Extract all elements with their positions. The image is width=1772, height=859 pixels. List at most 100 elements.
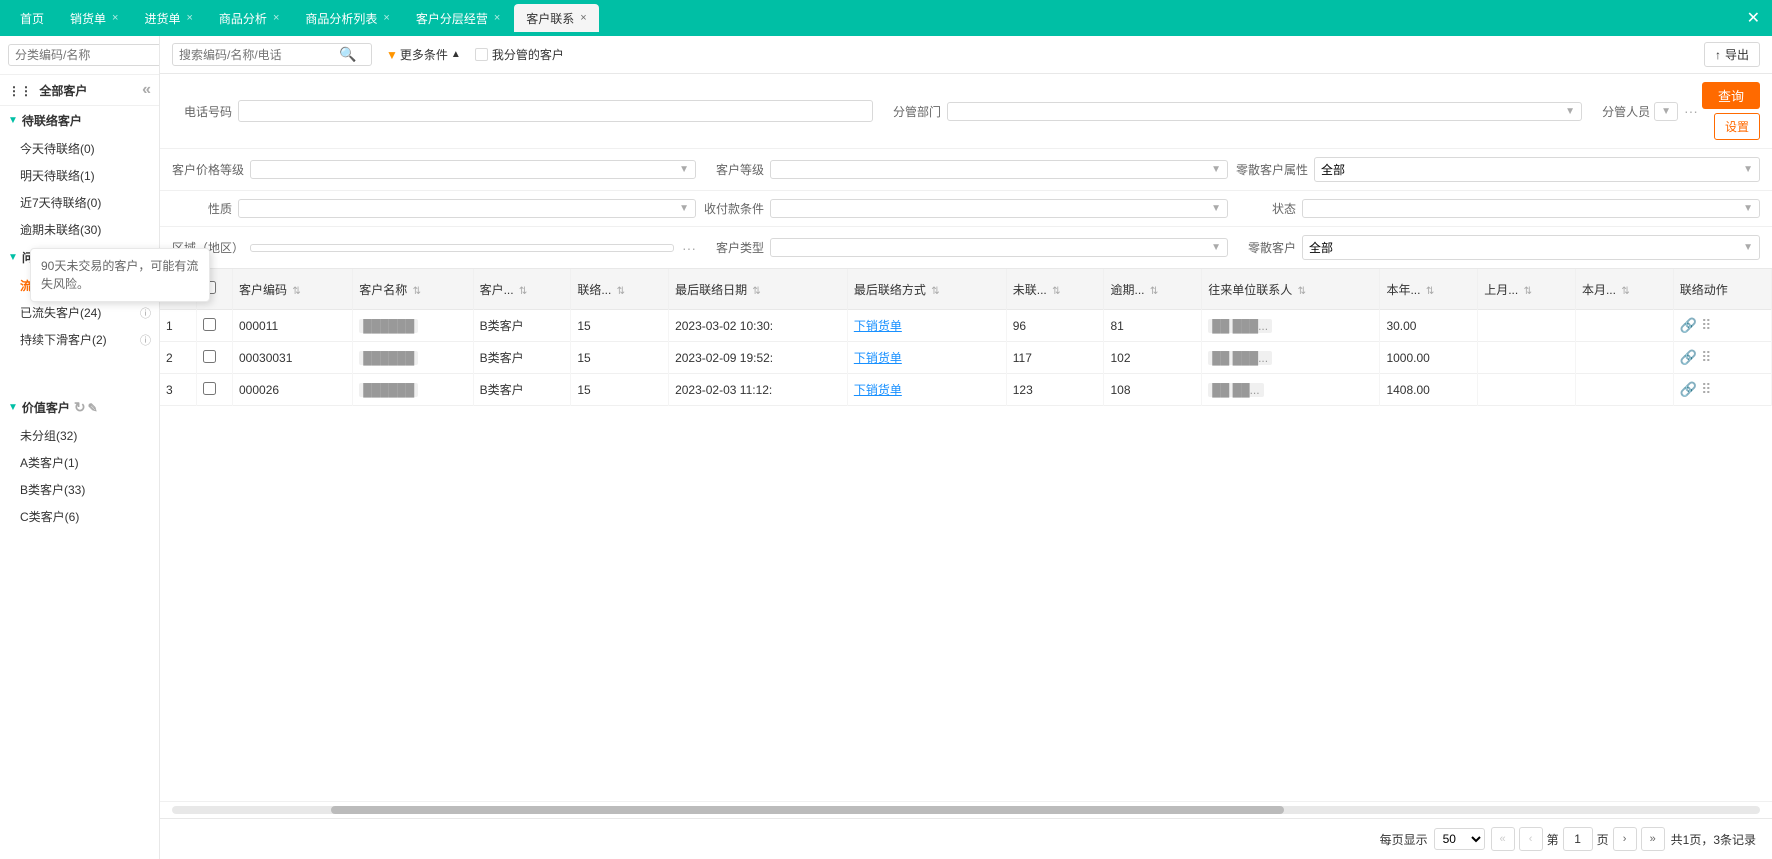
gender-select[interactable]: ▼ <box>238 199 696 218</box>
sidebar-item-b-class[interactable]: B类客户(33) <box>0 476 159 503</box>
search-button[interactable]: 🔍 <box>339 46 356 63</box>
th-overdue[interactable]: 逾期... ⇅ <box>1104 269 1202 310</box>
sidebar-item-week-pending[interactable]: 近7天待联络(0) <box>0 189 159 216</box>
area-more-icon[interactable]: ··· <box>682 240 696 256</box>
row3-menu-icon[interactable]: ⠿ <box>1701 381 1711 398</box>
page-first-btn[interactable]: « <box>1491 827 1515 851</box>
row2-checkbox[interactable] <box>197 342 233 374</box>
th-contact[interactable]: 联络... ⇅ <box>571 269 669 310</box>
sidebar-item-churned[interactable]: 已流失客户(24) ⓘ <box>0 299 159 326</box>
filter-zero-attr: 零散客户属性 全部▼ <box>1236 157 1760 182</box>
th-this-month[interactable]: 本月... ⇅ <box>1575 269 1673 310</box>
filter-price-level: 客户价格等级 ▼ <box>172 157 696 182</box>
row1-contact: 15 <box>571 310 669 342</box>
sidebar-item-tomorrow-pending[interactable]: 明天待联络(1) <box>0 162 159 189</box>
tab-customer-contact[interactable]: 客户联系 × <box>514 4 598 32</box>
page-size-select[interactable]: 50 20 100 <box>1434 828 1485 850</box>
tab-goods-analysis[interactable]: 商品分析 × <box>207 4 291 32</box>
th-code[interactable]: 客户编码 ⇅ <box>233 269 353 310</box>
horizontal-scrollbar[interactable] <box>160 801 1772 818</box>
tab-close-goods-analysis[interactable]: × <box>273 12 279 24</box>
filter-status: 状态 ▼ <box>1236 199 1760 218</box>
th-this-year[interactable]: 本年... ⇅ <box>1380 269 1478 310</box>
value-refresh-icon[interactable]: ↻ <box>74 399 86 416</box>
tab-close-sales[interactable]: × <box>112 12 118 24</box>
th-name[interactable]: 客户名称 ⇅ <box>353 269 473 310</box>
row1-menu-icon[interactable]: ⠿ <box>1701 317 1711 334</box>
th-last-method[interactable]: 最后联络方式 ⇅ <box>847 269 1006 310</box>
info-icon-churned: ⓘ <box>140 305 151 321</box>
tab-close-purchase[interactable]: × <box>186 12 192 24</box>
payment-select[interactable]: ▼ <box>770 199 1228 218</box>
customer-type-select[interactable]: ▼ <box>770 238 1228 257</box>
phone-input[interactable] <box>238 100 873 122</box>
row3-code: 000026 <box>233 374 353 406</box>
row3-type: B类客户 <box>473 374 571 406</box>
sidebar-item-c-class[interactable]: C类客户(6) <box>0 503 159 530</box>
row3-link-icon[interactable]: 🔗 <box>1680 381 1697 398</box>
more-conditions-btn[interactable]: ▼ 更多条件 ▲ <box>380 44 467 65</box>
person-more-icon[interactable]: ··· <box>1684 103 1698 119</box>
zero-customer-select[interactable]: 全部▼ <box>1302 235 1760 260</box>
th-last-month[interactable]: 上月... ⇅ <box>1478 269 1576 310</box>
zero-attr-select[interactable]: 全部▼ <box>1314 157 1760 182</box>
th-contact-person[interactable]: 往来单位联系人 ⇅ <box>1202 269 1380 310</box>
sidebar-group-pending[interactable]: ▼ 待联络客户 <box>0 106 159 135</box>
sidebar-item-a-class[interactable]: A类客户(1) <box>0 449 159 476</box>
tab-purchase[interactable]: 进货单 × <box>132 4 204 32</box>
my-customers-checkbox[interactable]: 我分管的客户 <box>475 46 564 63</box>
page-prev-btn[interactable]: ‹ <box>1519 827 1543 851</box>
sidebar-group-value[interactable]: ▼ 价值客户 ↻ ✎ <box>0 393 159 422</box>
dept-select[interactable]: ▼ <box>947 102 1582 121</box>
sidebar-search-area: 🔍 <box>0 36 159 75</box>
row1-name: ██████ <box>353 310 473 342</box>
th-last-date[interactable]: 最后联络日期 ⇅ <box>669 269 848 310</box>
query-button[interactable]: 查询 <box>1702 82 1760 109</box>
value-edit-icon[interactable]: ✎ <box>88 401 98 415</box>
page-next-btn[interactable]: › <box>1613 827 1637 851</box>
tab-close-customer-contact[interactable]: × <box>580 12 586 24</box>
th-type[interactable]: 客户... ⇅ <box>473 269 571 310</box>
sidebar-collapse-icon[interactable]: « <box>142 81 151 99</box>
row3-last-method[interactable]: 下销货单 <box>847 374 1006 406</box>
person-select[interactable]: ▼ <box>1654 102 1678 121</box>
sidebar-item-ungrouped[interactable]: 未分组(32) <box>0 422 159 449</box>
sidebar-item-overdue-pending[interactable]: 逾期未联络(30) <box>0 216 159 243</box>
window-close-btn[interactable]: ✕ <box>1743 4 1764 32</box>
row1-last-method[interactable]: 下销货单 <box>847 310 1006 342</box>
customer-table: ⚙ 客户编码 ⇅ 客户名称 ⇅ <box>160 269 1772 406</box>
price-level-select[interactable]: ▼ <box>250 160 696 179</box>
row2-no: 2 <box>160 342 197 374</box>
row3-checkbox[interactable] <box>197 374 233 406</box>
row3-uncontact: 123 <box>1006 374 1104 406</box>
row1-actions: 🔗 ⠿ <box>1673 310 1771 342</box>
sidebar-all-customers[interactable]: ⋮⋮ 全部客户 « <box>0 75 159 106</box>
row1-this-month <box>1575 310 1673 342</box>
sidebar-search-input[interactable] <box>8 44 160 66</box>
row1-link-icon[interactable]: 🔗 <box>1680 317 1697 334</box>
settings-button[interactable]: 设置 <box>1714 113 1760 140</box>
row1-uncontact: 96 <box>1006 310 1104 342</box>
row1-checkbox[interactable] <box>197 310 233 342</box>
row3-overdue: 108 <box>1104 374 1202 406</box>
tab-customer-layer[interactable]: 客户分层经营 × <box>404 4 512 32</box>
export-button[interactable]: ↑ 导出 <box>1704 42 1760 67</box>
level-select[interactable]: ▼ <box>770 160 1228 179</box>
search-input[interactable] <box>179 48 339 62</box>
status-select[interactable]: ▼ <box>1302 199 1760 218</box>
row2-menu-icon[interactable]: ⠿ <box>1701 349 1711 366</box>
tab-home[interactable]: 首页 <box>8 4 56 32</box>
tab-close-goods-list[interactable]: × <box>383 12 389 24</box>
row2-link-icon[interactable]: 🔗 <box>1680 349 1697 366</box>
sidebar-item-declining[interactable]: 持续下滑客户(2) ⓘ <box>0 326 159 353</box>
row2-this-month <box>1575 342 1673 374</box>
tab-sales[interactable]: 销货单 × <box>58 4 130 32</box>
tab-close-customer-layer[interactable]: × <box>494 12 500 24</box>
tab-goods-list[interactable]: 商品分析列表 × <box>293 4 401 32</box>
th-uncontact[interactable]: 未联... ⇅ <box>1006 269 1104 310</box>
area-select[interactable] <box>250 244 674 252</box>
export-icon: ↑ <box>1715 48 1721 62</box>
sidebar-item-today-pending[interactable]: 今天待联络(0) <box>0 135 159 162</box>
row2-last-method[interactable]: 下销货单 <box>847 342 1006 374</box>
page-last-btn[interactable]: » <box>1641 827 1665 851</box>
